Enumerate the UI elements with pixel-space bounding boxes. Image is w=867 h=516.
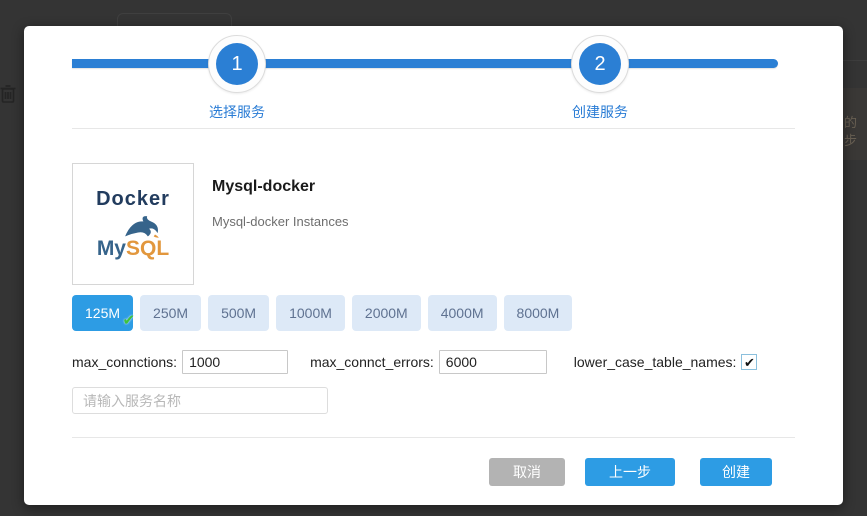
service-title: Mysql-docker — [212, 178, 316, 195]
memory-option-label: 4000M — [440, 305, 484, 321]
step-2-circle: 2 — [579, 43, 621, 85]
trash-icon — [0, 85, 16, 103]
wizard-step-2-label: 创建服务 — [572, 104, 628, 120]
service-logo: Docker MySQL — [72, 163, 194, 285]
mysql-wordmark-my: My — [96, 236, 126, 260]
wizard-step-2[interactable]: 2 — [571, 35, 629, 93]
mysql-wordmark: MySQL — [97, 237, 169, 261]
memory-option-2000m[interactable]: 2000M — [351, 295, 421, 331]
checkmark-icon: ✔ — [743, 354, 755, 370]
mysql-wordmark-sql: SQL — [126, 236, 170, 260]
create-service-wizard-page: { "background": { "trash_icon": "trash",… — [0, 0, 867, 516]
lower-case-table-names-checkbox[interactable]: ✔ — [741, 354, 758, 370]
max-connections-label: max_connctions: — [72, 354, 178, 370]
wizard-step-1[interactable]: 1 — [208, 35, 266, 93]
memory-option-label: 500M — [221, 305, 257, 321]
memory-option-label: 2000M — [364, 305, 408, 321]
wizard-step-1-label: 选择服务 — [209, 104, 265, 120]
memory-option-125m[interactable]: 125M ✔ — [72, 295, 135, 331]
max-connections-input[interactable] — [182, 350, 289, 374]
memory-option-group: 125M ✔ 250M 500M 1000M 2000M 4000M 8000M — [72, 295, 573, 331]
parameters-row: max_connctions: max_connct_errors: lower… — [72, 350, 758, 374]
max-connect-errors-label: max_connct_errors: — [310, 354, 434, 370]
memory-option-label: 125M — [85, 305, 121, 321]
max-connect-errors-input[interactable] — [438, 350, 547, 374]
create-service-dialog: 1 选择服务 2 创建服务 Docker MySQL Mysql-docker … — [24, 26, 843, 505]
wizard-progress-bar — [72, 59, 778, 68]
step-ring: 2 — [571, 35, 629, 93]
memory-option-label: 8000M — [516, 305, 560, 321]
step-ring: 1 — [208, 35, 266, 93]
selected-check-icon: ✔ — [122, 312, 136, 329]
memory-option-4000m[interactable]: 4000M — [427, 295, 497, 331]
memory-option-label: 250M — [153, 305, 189, 321]
header-separator — [72, 128, 795, 129]
lower-case-table-names-label: lower_case_table_names: — [573, 354, 737, 370]
memory-option-250m[interactable]: 250M — [140, 295, 202, 331]
mysql-dolphin-icon — [125, 215, 159, 238]
memory-option-8000m[interactable]: 8000M — [503, 295, 573, 331]
step-1-circle: 1 — [216, 43, 258, 85]
memory-option-label: 1000M — [289, 305, 332, 321]
docker-wordmark: Docker — [96, 187, 170, 210]
previous-step-button[interactable]: 上一步 — [585, 458, 675, 486]
footer-separator — [72, 437, 795, 438]
cancel-button[interactable]: 取消 — [489, 458, 565, 486]
create-button[interactable]: 创建 — [700, 458, 772, 486]
memory-option-1000m[interactable]: 1000M — [276, 295, 345, 331]
memory-option-500m[interactable]: 500M — [208, 295, 270, 331]
service-subtitle: Mysql-docker Instances — [212, 214, 349, 229]
service-name-input[interactable] — [72, 387, 328, 414]
